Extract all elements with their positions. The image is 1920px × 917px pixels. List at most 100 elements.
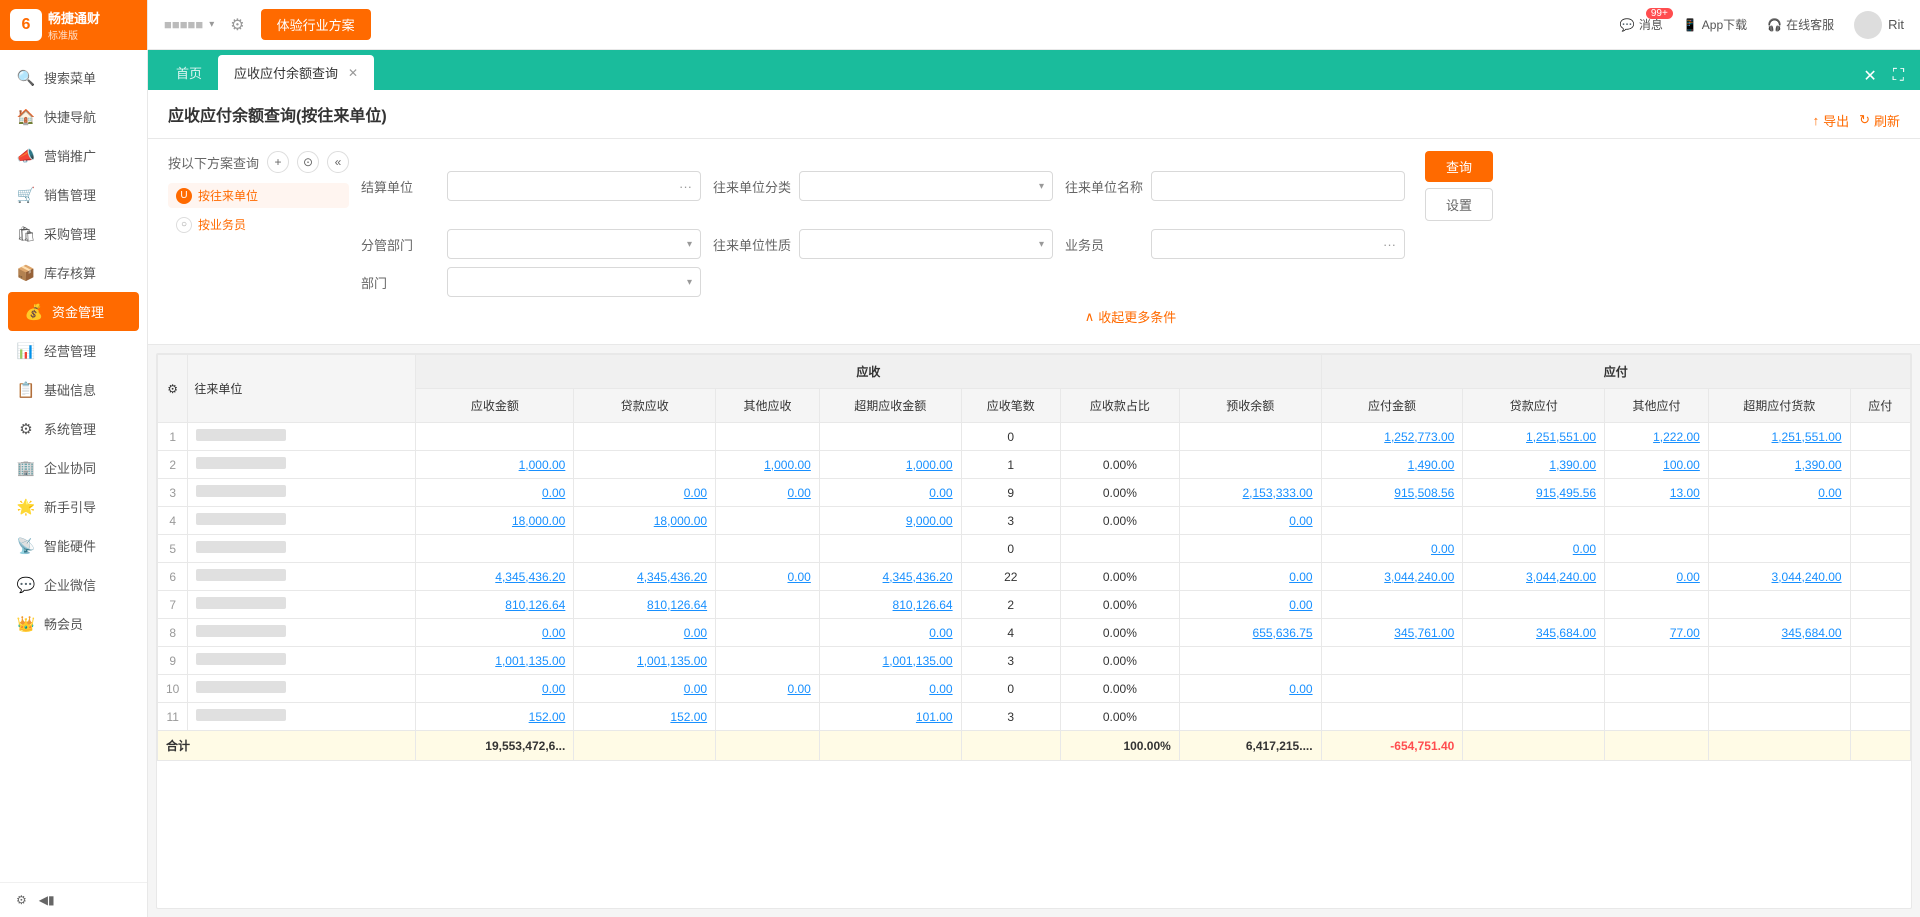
cell-link-ap_loan[interactable]: 345,684.00 (1536, 626, 1596, 640)
close-icon[interactable]: ✕ (348, 66, 358, 80)
cell-link-ap_loan[interactable]: 1,390.00 (1549, 458, 1596, 472)
salesperson-input[interactable]: ··· (1151, 229, 1405, 259)
trial-button[interactable]: 体验行业方案 (261, 9, 371, 40)
sidebar-item-wechat[interactable]: 💬 企业微信 (0, 565, 147, 604)
edit-scheme-button[interactable]: ⊙ (297, 151, 319, 173)
user-area[interactable]: Rit (1854, 11, 1904, 39)
cell-link-ar_loan[interactable]: 18,000.00 (654, 514, 707, 528)
cell-link-ar_amount[interactable]: 1,001,135.00 (495, 654, 565, 668)
unit-name-input[interactable] (1151, 171, 1405, 201)
footer-settings-icon[interactable]: ⚙ (16, 893, 27, 907)
refresh-button[interactable]: ↻ 刷新 (1859, 111, 1900, 130)
cell-link-ap_other[interactable]: 77.00 (1670, 626, 1700, 640)
cell-link-ar_amount[interactable]: 152.00 (529, 710, 566, 724)
cell-link-ar_amount[interactable]: 810,126.64 (505, 598, 565, 612)
export-button[interactable]: ↑ 导出 (1813, 111, 1850, 130)
cell-link-ar_loan[interactable]: 152.00 (670, 710, 707, 724)
tab-home[interactable]: 首页 (160, 55, 218, 90)
footer-collapse-icon[interactable]: ◀▮ (39, 893, 55, 907)
dept-input[interactable]: ▾ (447, 229, 701, 259)
cell-link-ar_overdue[interactable]: 4,345,436.20 (883, 570, 953, 584)
gear-icon[interactable]: ⚙ (226, 11, 248, 39)
th-settings[interactable]: ⚙ (158, 355, 188, 423)
cell-link-ap_amount[interactable]: 3,044,240.00 (1384, 570, 1454, 584)
sidebar-item-basic[interactable]: 📋 基础信息 (0, 370, 147, 409)
cell-link-ar_other[interactable]: 0.00 (787, 682, 810, 696)
cell-link-ar_amount[interactable]: 0.00 (542, 626, 565, 640)
cell-link-ap_loan[interactable]: 1,251,551.00 (1526, 430, 1596, 444)
sidebar-item-operation[interactable]: 📊 经营管理 (0, 331, 147, 370)
cell-link-ap_overdue[interactable]: 1,390.00 (1795, 458, 1842, 472)
tab-query[interactable]: 应收应付余额查询 ✕ (218, 55, 374, 90)
cell-link-ap_amount[interactable]: 915,508.56 (1394, 486, 1454, 500)
scheme-by-salesperson[interactable]: ○ 按业务员 (168, 212, 349, 237)
collapse-more-button[interactable]: ∧ 收起更多条件 (361, 301, 1900, 332)
cell-link-ar_loan[interactable]: 810,126.64 (647, 598, 707, 612)
cell-link-ar_prepay[interactable]: 655,636.75 (1253, 626, 1313, 640)
cell-link-ar_overdue[interactable]: 9,000.00 (906, 514, 953, 528)
department-input[interactable]: ▾ (447, 267, 701, 297)
settlement-unit-input[interactable]: ··· (447, 171, 701, 201)
cell-link-ap_other[interactable]: 1,222.00 (1653, 430, 1700, 444)
cell-link-ar_amount[interactable]: 4,345,436.20 (495, 570, 565, 584)
app-download-button[interactable]: 📱 App下载 (1683, 16, 1747, 33)
cell-link-ar_prepay[interactable]: 0.00 (1289, 598, 1312, 612)
cell-link-ar_overdue[interactable]: 810,126.64 (893, 598, 953, 612)
add-scheme-button[interactable]: + (267, 151, 289, 173)
cell-link-ar_prepay[interactable]: 2,153,333.00 (1243, 486, 1313, 500)
sidebar-item-hardware[interactable]: 📡 智能硬件 (0, 526, 147, 565)
cell-link-ar_overdue[interactable]: 0.00 (929, 486, 952, 500)
cell-link-ar_overdue[interactable]: 1,000.00 (906, 458, 953, 472)
unit-nature-input[interactable]: ▾ (799, 229, 1053, 259)
sidebar-item-enterprise[interactable]: 🏢 企业协同 (0, 448, 147, 487)
cell-link-ap_amount[interactable]: 345,761.00 (1394, 626, 1454, 640)
cell-link-ap_loan[interactable]: 0.00 (1573, 542, 1596, 556)
scheme-by-unit[interactable]: U 按往来单位 (168, 183, 349, 208)
cell-link-ar_loan[interactable]: 0.00 (684, 486, 707, 500)
tab-expand-icon[interactable]: ⛶ (1889, 63, 1908, 89)
tab-close-all-icon[interactable]: ✕ (1859, 62, 1880, 90)
unit-category-input[interactable]: ▾ (799, 171, 1053, 201)
cell-link-ap_overdue[interactable]: 3,044,240.00 (1772, 570, 1842, 584)
cell-link-ap_overdue[interactable]: 345,684.00 (1782, 626, 1842, 640)
sidebar-item-marketing[interactable]: 📣 营销推广 (0, 136, 147, 175)
cell-link-ar_amount[interactable]: 1,000.00 (519, 458, 566, 472)
cell-link-ap_other[interactable]: 13.00 (1670, 486, 1700, 500)
cell-link-ar_other[interactable]: 1,000.00 (764, 458, 811, 472)
cell-link-ar_prepay[interactable]: 0.00 (1289, 570, 1312, 584)
sidebar-item-inventory[interactable]: 📦 库存核算 (0, 253, 147, 292)
message-button[interactable]: 💬 消息 99+ (1620, 16, 1663, 33)
cell-link-ap_loan[interactable]: 3,044,240.00 (1526, 570, 1596, 584)
sidebar-item-system[interactable]: ⚙ 系统管理 (0, 409, 147, 448)
cell-link-ar_overdue[interactable]: 1,001,135.00 (883, 654, 953, 668)
sidebar-item-fund[interactable]: 💰 资金管理 (8, 292, 139, 331)
cell-link-ap_loan[interactable]: 915,495.56 (1536, 486, 1596, 500)
cell-link-ar_overdue[interactable]: 0.00 (929, 626, 952, 640)
settings-button[interactable]: 设置 (1425, 188, 1493, 221)
cell-link-ar_amount[interactable]: 0.00 (542, 682, 565, 696)
cell-link-ap_overdue[interactable]: 0.00 (1818, 486, 1841, 500)
query-button[interactable]: 查询 (1425, 151, 1493, 182)
sidebar-item-quick-nav[interactable]: 🏠 快捷导航 (0, 97, 147, 136)
cell-link-ap_amount[interactable]: 1,490.00 (1408, 458, 1455, 472)
cell-link-ar_overdue[interactable]: 101.00 (916, 710, 953, 724)
sidebar-item-sales[interactable]: 🛒 销售管理 (0, 175, 147, 214)
cell-link-ar_loan[interactable]: 4,345,436.20 (637, 570, 707, 584)
cell-link-ap_other[interactable]: 100.00 (1663, 458, 1700, 472)
cell-link-ar_amount[interactable]: 0.00 (542, 486, 565, 500)
sidebar-item-purchase[interactable]: 🛍 采购管理 (0, 214, 147, 253)
cell-link-ar_loan[interactable]: 0.00 (684, 682, 707, 696)
cell-link-ar_loan[interactable]: 1,001,135.00 (637, 654, 707, 668)
sidebar-item-search[interactable]: 🔍 搜索菜单 (0, 58, 147, 97)
cell-link-ar_amount[interactable]: 18,000.00 (512, 514, 565, 528)
cell-link-ap_overdue[interactable]: 1,251,551.00 (1772, 430, 1842, 444)
cell-link-ar_prepay[interactable]: 0.00 (1289, 682, 1312, 696)
sidebar-item-member[interactable]: 👑 畅会员 (0, 604, 147, 643)
online-service-button[interactable]: 🎧 在线客服 (1767, 16, 1834, 33)
cell-link-ar_loan[interactable]: 0.00 (684, 626, 707, 640)
cell-link-ap_amount[interactable]: 0.00 (1431, 542, 1454, 556)
cell-link-ar_other[interactable]: 0.00 (787, 486, 810, 500)
cell-link-ar_prepay[interactable]: 0.00 (1289, 514, 1312, 528)
cell-link-ar_overdue[interactable]: 0.00 (929, 682, 952, 696)
cell-link-ar_other[interactable]: 0.00 (787, 570, 810, 584)
